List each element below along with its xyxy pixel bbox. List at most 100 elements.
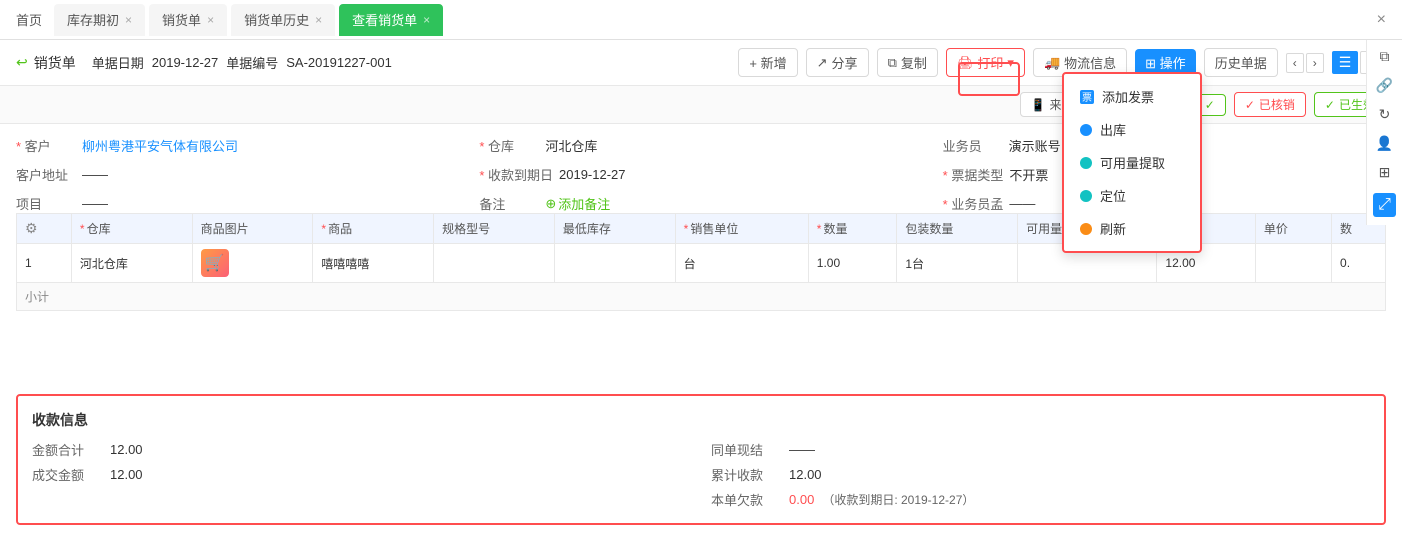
cell-product: 嘻嘻嘻嘻: [313, 244, 434, 283]
product-image: 🛒: [201, 249, 229, 277]
cell-product-img: 🛒: [192, 244, 313, 283]
print-icon: 🖨: [957, 55, 974, 71]
customer-row: 客户 柳州粤港平安气体有限公司: [16, 136, 459, 155]
transaction-amount-label: 成交金额: [32, 465, 102, 484]
total-amount-value: 12.00: [110, 442, 143, 457]
tab-view-sales-order[interactable]: 查看销货单 ×: [339, 4, 443, 36]
cell-sales-unit: 台: [675, 244, 808, 283]
total-amount-label: 金额合计: [32, 440, 102, 459]
dropdown-available-extract[interactable]: 可用量提取: [1064, 146, 1200, 179]
dropdown-refresh[interactable]: 刷新: [1064, 212, 1200, 245]
close-tab-inventory-init[interactable]: ×: [125, 13, 132, 27]
window-close-button[interactable]: ×: [1369, 11, 1394, 29]
col-product-img: 商品图片: [192, 214, 313, 244]
subtotal-row: 小计: [17, 283, 1386, 311]
customer-label: 客户: [16, 136, 76, 155]
current-due-label: 本单欠款: [711, 490, 781, 509]
plus-icon: ⊕: [545, 196, 556, 212]
ticket-type-value: 不开票: [1009, 165, 1048, 184]
check-icon: ✓: [1205, 98, 1215, 112]
tab-home[interactable]: 首页: [8, 10, 50, 29]
col-min-stock: 最低库存: [554, 214, 675, 244]
warehouse-value: 河北仓库: [545, 136, 597, 155]
warehouse-label: 仓库: [479, 136, 539, 155]
sales-staff-value: ——: [1009, 196, 1035, 211]
close-tab-sales-order[interactable]: ×: [207, 13, 214, 27]
doc-title: ↩ 销货单: [16, 53, 76, 73]
sidebar-link-icon[interactable]: 🔗: [1376, 77, 1393, 94]
number-label: 单据编号: [226, 53, 278, 72]
address-row: 客户地址 ——: [16, 165, 459, 184]
truck-icon: 🚚: [1044, 55, 1060, 71]
payment-left: 金额合计 12.00 成交金额 12.00: [32, 440, 691, 509]
address-value: ——: [82, 167, 108, 182]
cell-index: 1: [17, 244, 72, 283]
sales-staff-label: 业务员孟: [943, 194, 1004, 213]
print-dropdown-arrow[interactable]: ▾: [1007, 55, 1014, 71]
refresh-icon: [1080, 223, 1092, 235]
new-button[interactable]: + 新增: [738, 48, 797, 77]
project-value: ——: [82, 196, 108, 211]
right-sidebar: ⧉ 🔗 ↻ 👤 ⊞ ⤢: [1366, 40, 1402, 225]
dropdown-add-invoice[interactable]: 票 添加发票: [1064, 80, 1200, 113]
print-button[interactable]: 🖨 打印 ▾: [946, 48, 1025, 77]
share-button[interactable]: ↗ 分享: [806, 48, 869, 77]
customer-value[interactable]: 柳州粤港平安气体有限公司: [82, 136, 238, 155]
copy-button[interactable]: ⧉ 复制: [877, 48, 938, 77]
col-unit-price: 单价: [1255, 214, 1331, 244]
prev-doc-button[interactable]: ‹: [1286, 53, 1304, 73]
dropdown-outbound[interactable]: 出库: [1064, 113, 1200, 146]
dropdown-locate[interactable]: 定位: [1064, 179, 1200, 212]
number-value: SA-20191227-001: [286, 55, 392, 70]
cancelled-badge: ✓ 已核销: [1234, 92, 1306, 117]
available-icon: [1080, 157, 1092, 169]
history-button[interactable]: 历史单据: [1204, 48, 1278, 77]
cumulative-payment-value: 12.00: [789, 467, 822, 482]
cell-spec: [434, 244, 555, 283]
col-quantity: *数量: [808, 214, 897, 244]
nav-arrows: ‹ ›: [1286, 53, 1324, 73]
current-due-value: 0.00: [789, 492, 814, 507]
tab-sales-order[interactable]: 销货单 ×: [149, 4, 227, 36]
cell-unit-price: [1255, 244, 1331, 283]
cell-min-stock: [554, 244, 675, 283]
invoice-icon: 票: [1080, 90, 1094, 104]
col-spec: 规格型号: [434, 214, 555, 244]
col-sales-unit: *销售单位: [675, 214, 808, 244]
project-row: 项目 ——: [16, 194, 459, 213]
sidebar-expand-icon[interactable]: ⤢: [1373, 193, 1396, 217]
tab-sales-order-history[interactable]: 销货单历史 ×: [231, 4, 335, 36]
payment-date-label: 收款到期日: [479, 165, 553, 184]
sidebar-layers-icon[interactable]: ⊞: [1379, 164, 1391, 181]
cell-pack-qty: 1台: [897, 244, 1018, 283]
check-circle-icon-2: ✓: [1325, 98, 1335, 112]
ticket-type-label: 票据类型: [943, 165, 1004, 184]
payment-date-row: 收款到期日 2019-12-27: [479, 165, 922, 184]
phone-icon: 📱: [1031, 98, 1046, 112]
cell-quantity: 1.00: [808, 244, 897, 283]
settings-icon: ⚙: [25, 220, 38, 236]
tab-bar: 首页 库存期初 × 销货单 × 销货单历史 × 查看销货单 × ×: [0, 0, 1402, 40]
close-tab-sales-order-history[interactable]: ×: [315, 13, 322, 27]
col-gear[interactable]: ⚙: [17, 214, 72, 244]
project-label: 项目: [16, 194, 76, 213]
sidebar-copy-icon[interactable]: ⧉: [1380, 48, 1390, 65]
next-doc-button[interactable]: ›: [1306, 53, 1324, 73]
same-order-settle-value: ——: [789, 442, 815, 457]
tab-inventory-init[interactable]: 库存期初 ×: [54, 4, 145, 36]
sidebar-rotate-icon[interactable]: ↻: [1379, 106, 1391, 123]
note-row: 备注 ⊕ 添加备注: [479, 194, 922, 213]
check-circle-icon: ✓: [1245, 98, 1255, 112]
grid-icon: ⊞: [1145, 56, 1156, 71]
close-tab-view-sales-order[interactable]: ×: [423, 13, 430, 27]
sidebar-user-icon[interactable]: 👤: [1376, 135, 1393, 152]
doc-title-text: 销货单: [34, 53, 76, 73]
operations-dropdown: 票 添加发票 出库 可用量提取 定位 刷新: [1062, 72, 1202, 253]
transaction-amount-row: 成交金额 12.00: [32, 465, 691, 484]
add-note-button[interactable]: ⊕ 添加备注: [545, 194, 610, 213]
total-amount-row: 金额合计 12.00: [32, 440, 691, 459]
cell-amount: 0.: [1332, 244, 1386, 283]
address-label: 客户地址: [16, 165, 76, 184]
list-view-button[interactable]: ☰: [1332, 51, 1359, 74]
cell-warehouse: 河北仓库: [71, 244, 192, 283]
